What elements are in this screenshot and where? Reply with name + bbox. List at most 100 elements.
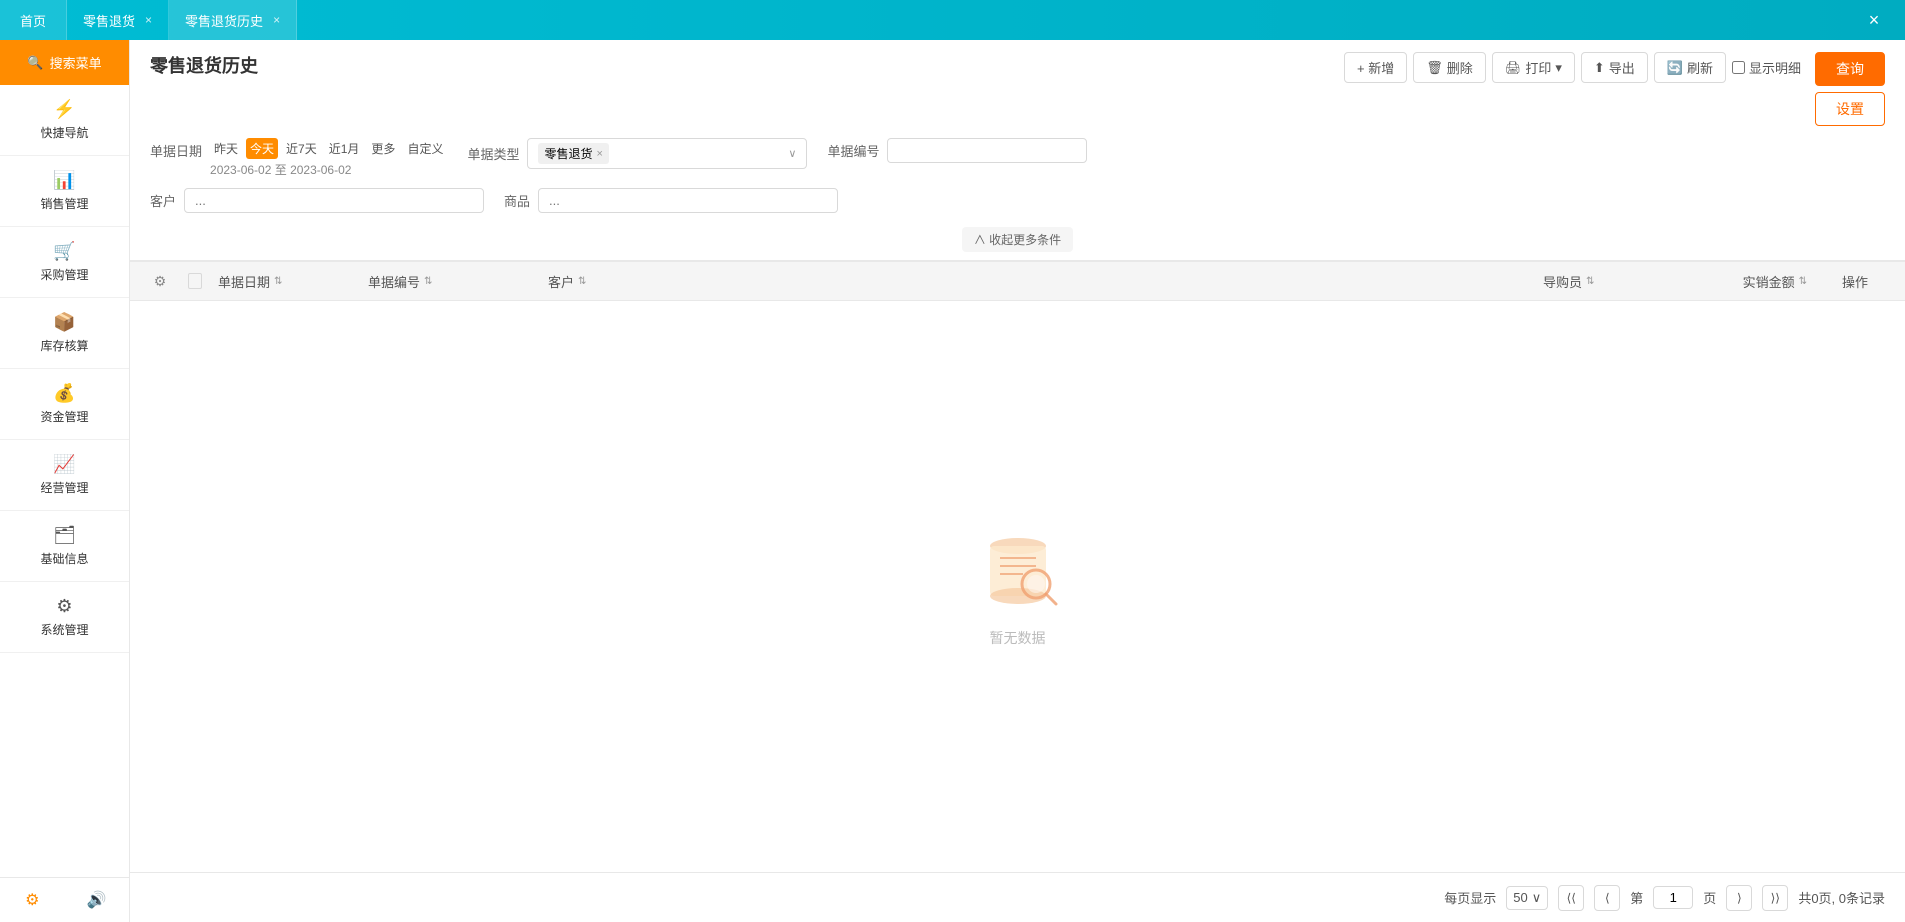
page-unit-label: 第: [1630, 888, 1643, 907]
th-billno-sort-icon: ⇅: [424, 276, 432, 287]
sidebar-settings-button[interactable]: ⚙: [0, 878, 65, 922]
window-close-button[interactable]: ×: [1859, 5, 1889, 35]
sidebar-item-quick-nav[interactable]: ⚡ 快捷导航: [0, 85, 129, 156]
print-button[interactable]: 🖨 打印 ▾: [1492, 52, 1575, 83]
table-header: ⚙ 单据日期 ⇅ 单据编号 ⇅ 客户 ⇅ 导购员: [130, 261, 1905, 301]
date-filter: 单据日期 昨天 今天 近7天 近1月 更多 自定义 2023-06-02 至 2…: [150, 138, 447, 178]
sidebar-item-system-label: 系统管理: [40, 621, 88, 638]
goods-filter: 商品: [504, 188, 838, 213]
sidebar-item-system[interactable]: ⚙ 系统管理: [0, 582, 129, 653]
customer-filter: 客户: [150, 188, 484, 213]
query-settings-group: 查询 设置: [1815, 52, 1885, 126]
th-guide[interactable]: 导购员 ⇅: [1535, 272, 1685, 291]
th-billno[interactable]: 单据编号 ⇅: [360, 272, 540, 291]
prev-page-button[interactable]: ⟨: [1594, 885, 1620, 911]
select-all-checkbox[interactable]: [188, 273, 202, 289]
date-opt-custom[interactable]: 自定义: [403, 138, 447, 159]
sidebar-item-purchase-label: 采购管理: [40, 266, 88, 283]
new-button[interactable]: + 新增: [1344, 52, 1407, 83]
sidebar-item-purchase[interactable]: 🛒 采购管理: [0, 227, 129, 298]
tab-retail-return[interactable]: 零售退货 ×: [67, 0, 169, 40]
next-page-button[interactable]: ⟩: [1726, 885, 1752, 911]
sidebar-item-operations-label: 经营管理: [40, 479, 88, 496]
collapse-button[interactable]: ∧ 收起更多条件: [962, 227, 1073, 252]
settings-button[interactable]: 设置: [1815, 92, 1885, 126]
refresh-button[interactable]: 🔄 刷新: [1654, 52, 1726, 83]
date-opt-more[interactable]: 更多: [367, 138, 399, 159]
page-size-arrow-icon: ∨: [1532, 890, 1542, 906]
purchase-icon: 🛒: [53, 241, 75, 262]
th-date-label: 单据日期: [218, 272, 270, 291]
tab-retail-return-close[interactable]: ×: [145, 13, 152, 27]
total-info: 共0页, 0条记录: [1798, 888, 1885, 907]
toolbar-buttons: + 新增 🗑 删除 🖨 打印 ▾ ⬆ 导出: [1344, 52, 1801, 83]
date-range-display: 2023-06-02 至 2023-06-02: [210, 161, 447, 178]
bill-type-select[interactable]: 零售退货 × ∨: [527, 138, 807, 169]
date-filter-label: 单据日期: [150, 138, 202, 166]
sidebar-item-sales[interactable]: 📊 销售管理: [0, 156, 129, 227]
sidebar-item-basic-info[interactable]: 🗂 基础信息: [0, 511, 129, 582]
bill-type-tag-close[interactable]: ×: [596, 148, 602, 160]
tab-retail-return-history-label: 零售退货历史: [185, 11, 263, 30]
sidebar-item-quick-nav-label: 快捷导航: [40, 124, 88, 141]
tab-retail-return-history[interactable]: 零售退货历史 ×: [169, 0, 297, 40]
bill-type-tag-value: 零售退货: [544, 145, 592, 162]
bill-no-label: 单据编号: [827, 141, 879, 160]
sidebar-items: ⚡ 快捷导航 📊 销售管理 🛒 采购管理 📦 库存核算 💰 资金管理 📈: [0, 85, 129, 877]
filter-area: 单据日期 昨天 今天 近7天 近1月 更多 自定义 2023-06-02 至 2…: [150, 138, 1885, 252]
date-opt-today[interactable]: 今天: [246, 138, 278, 159]
main-layout: 🔍 搜索菜单 ⚡ 快捷导航 📊 销售管理 🛒 采购管理 📦 库存核算 💰: [0, 40, 1905, 922]
page-header: 零售退货历史 + 新增 🗑 删除 🖨 打印 ▾: [130, 40, 1905, 261]
operations-icon: 📈: [53, 454, 75, 475]
empty-state-text: 暂无数据: [990, 628, 1046, 648]
refresh-icon: 🔄: [1667, 60, 1683, 76]
collapse-row: ∧ 收起更多条件: [150, 223, 1885, 252]
th-gear[interactable]: ⚙: [140, 273, 180, 290]
th-ops: 操作: [1815, 272, 1895, 291]
th-customer-sort-icon: ⇅: [578, 276, 586, 287]
sidebar-search[interactable]: 🔍 搜索菜单: [0, 40, 129, 85]
print-arrow-icon: ▾: [1555, 60, 1562, 76]
tab-retail-return-history-close[interactable]: ×: [273, 13, 280, 27]
search-icon: 🔍: [27, 55, 43, 71]
sidebar-audio-button[interactable]: 🔊: [65, 878, 130, 922]
goods-input[interactable]: [538, 188, 838, 213]
sidebar: 🔍 搜索菜单 ⚡ 快捷导航 📊 销售管理 🛒 采购管理 📦 库存核算 💰: [0, 40, 130, 922]
filter-row-2: 客户 商品: [150, 188, 1885, 213]
filter-row-1: 单据日期 昨天 今天 近7天 近1月 更多 自定义 2023-06-02 至 2…: [150, 138, 1885, 178]
page-size-select[interactable]: 50 ∨: [1506, 886, 1548, 910]
export-icon: ⬆: [1594, 60, 1605, 76]
goods-label: 商品: [504, 191, 530, 210]
column-settings-icon[interactable]: ⚙: [154, 273, 167, 290]
date-opt-1month[interactable]: 近1月: [325, 138, 364, 159]
th-checkbox[interactable]: [180, 273, 210, 289]
bill-type-tag: 零售退货 ×: [538, 143, 608, 164]
th-customer[interactable]: 客户 ⇅: [540, 272, 1535, 291]
customer-input[interactable]: [184, 188, 484, 213]
show-detail-checkbox[interactable]: [1732, 61, 1745, 74]
bill-type-filter: 单据类型 零售退货 × ∨: [467, 138, 807, 169]
query-button[interactable]: 查询: [1815, 52, 1885, 86]
delete-button[interactable]: 🗑 删除: [1413, 52, 1486, 83]
bill-no-input[interactable]: [887, 138, 1087, 163]
tab-home[interactable]: 首页: [0, 0, 67, 40]
sales-icon: 📊: [53, 170, 75, 191]
quick-nav-icon: ⚡: [53, 99, 75, 120]
tab-list: 首页 零售退货 × 零售退货历史 ×: [0, 0, 1843, 40]
date-opt-yesterday[interactable]: 昨天: [210, 138, 242, 159]
th-amount[interactable]: 实销金额 ⇅: [1685, 272, 1815, 291]
top-bar-right: ×: [1843, 5, 1905, 35]
page-title: 零售退货历史: [150, 52, 258, 78]
page-label: 页: [1703, 888, 1716, 907]
sidebar-item-inventory[interactable]: 📦 库存核算: [0, 298, 129, 369]
print-label: 打印: [1525, 58, 1551, 77]
th-date[interactable]: 单据日期 ⇅: [210, 272, 360, 291]
sidebar-item-operations[interactable]: 📈 经营管理: [0, 440, 129, 511]
show-detail-checkbox-label[interactable]: 显示明细: [1732, 58, 1801, 77]
sidebar-item-finance[interactable]: 💰 资金管理: [0, 369, 129, 440]
first-page-button[interactable]: ⟨⟨: [1558, 885, 1584, 911]
export-button[interactable]: ⬆ 导出: [1581, 52, 1648, 83]
last-page-button[interactable]: ⟩⟩: [1762, 885, 1788, 911]
current-page-input[interactable]: [1653, 886, 1693, 909]
date-opt-7days[interactable]: 近7天: [282, 138, 321, 159]
